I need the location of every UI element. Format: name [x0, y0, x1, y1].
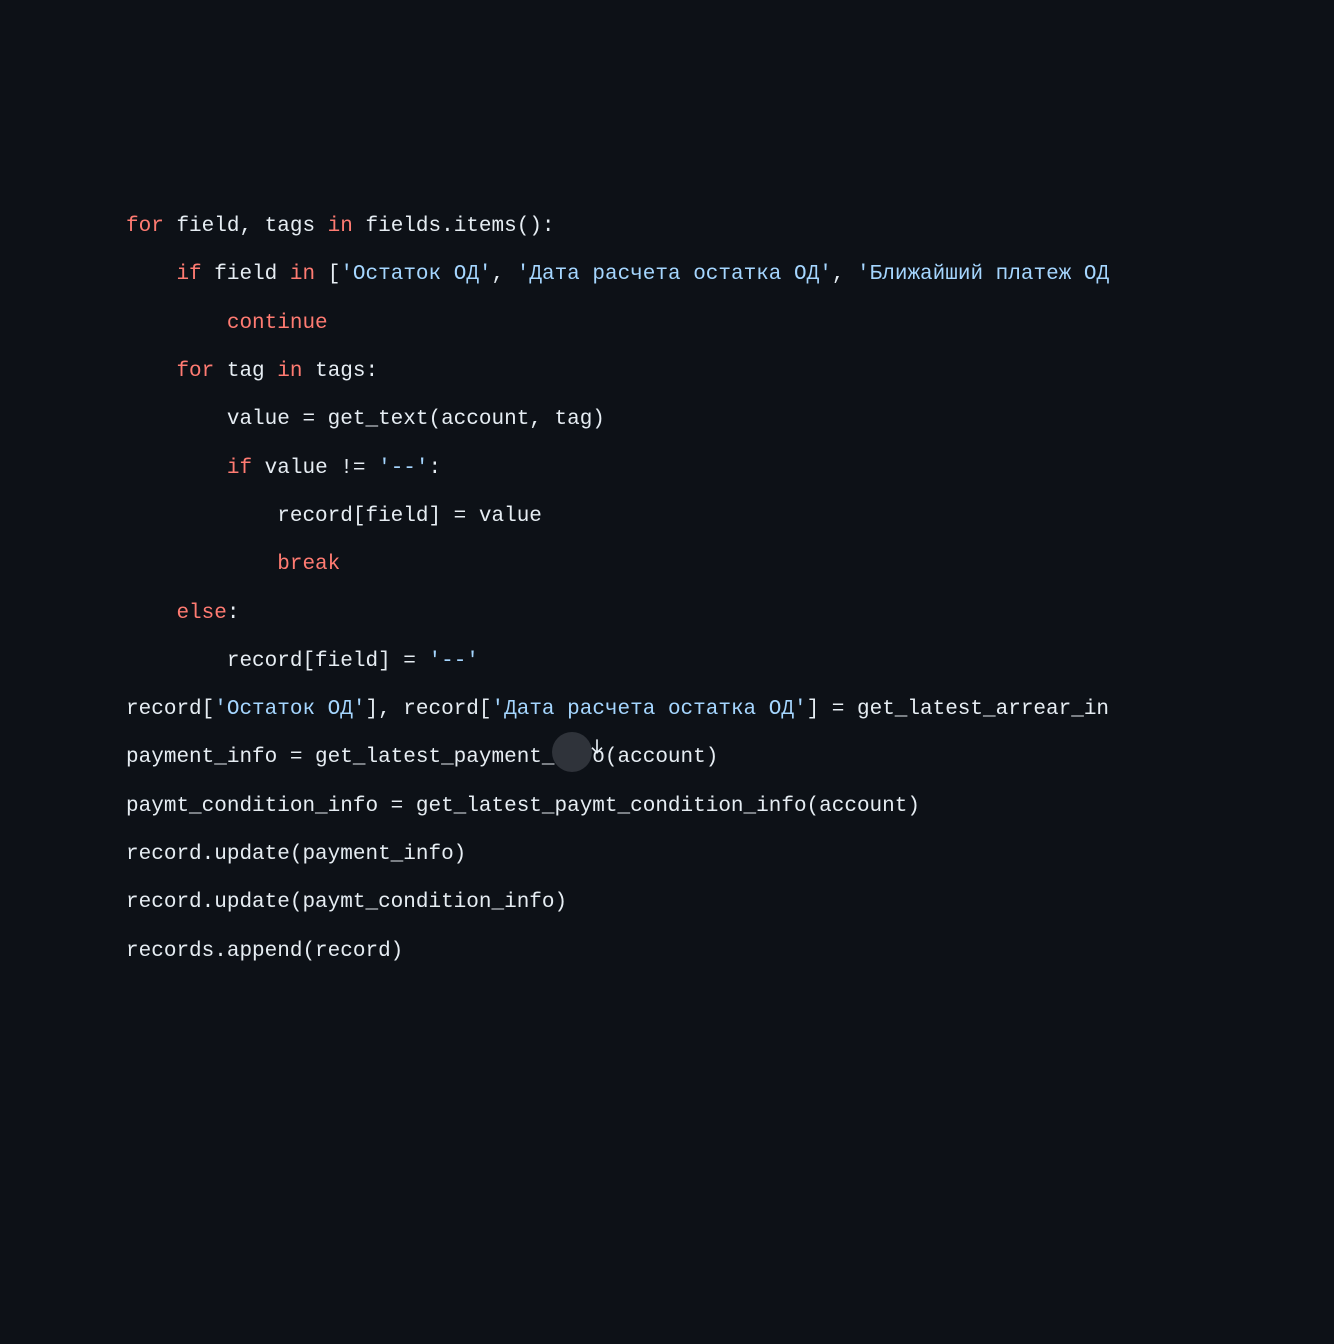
code-token: field, tags — [164, 215, 328, 238]
code-token: tags: — [302, 360, 378, 383]
code-token: tag — [214, 360, 277, 383]
code-token: else — [176, 602, 226, 625]
code-token: if — [227, 457, 252, 480]
code-line: for field, tags in fields.items(): — [0, 203, 1334, 251]
code-token: records.append(record) — [126, 940, 403, 963]
code-token: '--' — [428, 650, 478, 673]
code-token: 'Остаток ОД' — [340, 263, 491, 286]
code-token: , — [832, 263, 857, 286]
code-token: paymt_condition_info = get_latest_paymt_… — [126, 795, 920, 818]
code-token: in — [290, 263, 315, 286]
code-line: record.update(payment_info) — [0, 831, 1334, 879]
code-token: , — [492, 263, 517, 286]
code-token: 'Остаток ОД' — [214, 698, 365, 721]
code-token: continue — [227, 312, 328, 335]
code-token: break — [277, 553, 340, 576]
code-token: record[field] = value — [277, 505, 542, 528]
code-token: if — [176, 263, 201, 286]
code-line: value = get_text(account, tag) — [0, 396, 1334, 444]
code-block: for field, tags in fields.items(): if fi… — [0, 203, 1334, 976]
code-token: record[field] = — [227, 650, 429, 673]
code-token: field — [202, 263, 290, 286]
code-line: for tag in tags: — [0, 348, 1334, 396]
arrow-down-icon — [537, 680, 607, 825]
code-token: for — [126, 215, 164, 238]
code-token: in — [328, 215, 353, 238]
code-token: fields.items(): — [353, 215, 555, 238]
code-token: for — [176, 360, 214, 383]
code-line: paymt_condition_info = get_latest_paymt_… — [0, 783, 1334, 831]
code-token: value = get_text(account, tag) — [227, 408, 605, 431]
code-token: record.update(paymt_condition_info) — [126, 891, 567, 914]
code-token: payment_info = get_latest_payment_info(a… — [126, 746, 718, 769]
code-token: : — [227, 602, 240, 625]
code-line: payment_info = get_latest_payment_info(a… — [0, 734, 1334, 782]
code-token: : — [429, 457, 442, 480]
code-line: record.update(paymt_condition_info) — [0, 879, 1334, 927]
code-line: else: — [0, 590, 1334, 638]
scroll-down-button[interactable] — [552, 732, 592, 772]
code-token: ], record[ — [365, 698, 491, 721]
code-token: in — [277, 360, 302, 383]
code-token: 'Дата расчета остатка ОД' — [517, 263, 832, 286]
code-line: if value != '--': — [0, 445, 1334, 493]
code-line: if field in ['Остаток ОД', 'Дата расчета… — [0, 251, 1334, 299]
code-token: value != — [252, 457, 378, 480]
code-token: record.update(payment_info) — [126, 843, 466, 866]
code-token: ] = get_latest_arrear_in — [807, 698, 1109, 721]
code-token: record[ — [126, 698, 214, 721]
code-token: '--' — [378, 457, 428, 480]
code-token: [ — [315, 263, 340, 286]
code-line: record[field] = value — [0, 493, 1334, 541]
code-line: continue — [0, 300, 1334, 348]
code-line: records.append(record) — [0, 928, 1334, 976]
code-line: record['Остаток ОД'], record['Дата расче… — [0, 686, 1334, 734]
code-line: record[field] = '--' — [0, 638, 1334, 686]
code-token: 'Ближайший платеж ОД — [857, 263, 1109, 286]
code-line: break — [0, 541, 1334, 589]
